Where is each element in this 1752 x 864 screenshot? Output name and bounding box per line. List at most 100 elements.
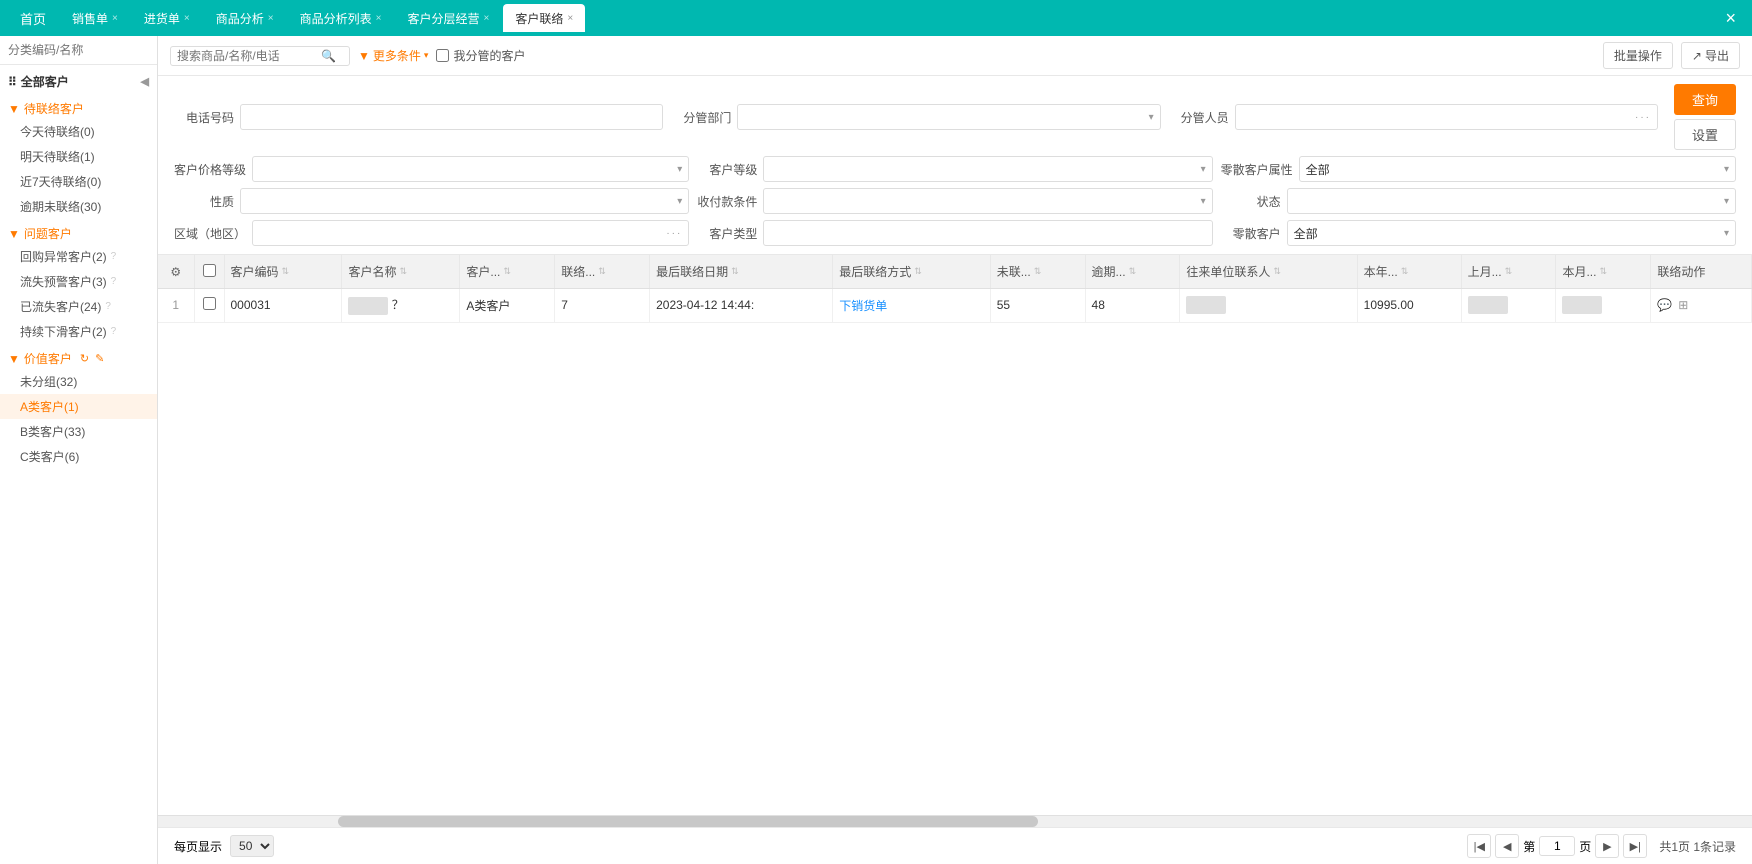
th-ctype[interactable]: 客户...⇅ [460,255,555,289]
close-analysis-list-tab[interactable]: × [376,13,382,24]
status-input[interactable]: ▾ [1287,188,1736,214]
row-checkbox[interactable] [194,289,224,323]
close-purchase-tab[interactable]: × [184,13,190,24]
sidebar-item-churn-warning[interactable]: 流失预警客户(3) ? [0,269,157,294]
query-button[interactable]: 查询 [1674,84,1736,115]
select-all-checkbox[interactable] [203,264,216,277]
sidebar-item-churned[interactable]: 已流失客户(24) ? [0,294,157,319]
th-contact-count[interactable]: 联络...⇅ [555,255,650,289]
th-not-contacted[interactable]: 未联...⇅ [990,255,1085,289]
prev-page-btn[interactable]: ◀ [1495,834,1519,858]
horizontal-scrollbar[interactable] [158,815,1752,827]
sidebar-collapse-btn[interactable]: ◀ [141,75,149,88]
th-name[interactable]: 客户名称⇅ [342,255,460,289]
section-problem[interactable]: ▼ 问题客户 [0,219,157,244]
sidebar-item-today[interactable]: 今天待联络(0) [0,119,157,144]
batch-op-button[interactable]: 批量操作 [1603,42,1673,69]
price-level-input[interactable]: ▾ [252,156,689,182]
grid-icon: ⠿ [8,75,17,89]
grid-action-icon[interactable]: ⊞ [1678,298,1688,312]
sidebar-all-customers[interactable]: ⠿ 全部客户 ◀ [0,65,157,94]
batch-op-label: 批量操作 [1614,47,1662,64]
phone-input[interactable] [240,104,663,130]
filter-search-icon[interactable]: 🔍 [321,49,336,63]
help-icon-churned: ? [105,301,111,312]
close-analysis-tab[interactable]: × [268,13,274,24]
sort-code: ⇅ [282,266,290,277]
close-customer-layer-tab[interactable]: × [483,13,489,24]
field-price-level: 客户价格等级 ▾ [174,156,689,182]
sidebar-item-overdue[interactable]: 逾期未联络(30) [0,194,157,219]
nav-tab-customer-layer[interactable]: 客户分层经营 × [395,4,501,32]
per-page-select[interactable]: 50 [230,835,274,857]
th-last-method[interactable]: 最后联络方式⇅ [833,255,991,289]
sidebar-item-a-class[interactable]: A类客户(1) [0,394,157,419]
my-customers-checkbox[interactable] [436,49,449,62]
retail-attr-input[interactable]: 全部 ▾ [1299,156,1736,182]
scrollbar-thumb[interactable] [338,816,1038,827]
section-pending[interactable]: ▼ 待联络客户 [0,94,157,119]
staff-dots: ··· [1635,112,1651,123]
sidebar-item-7days[interactable]: 近7天待联络(0) [0,169,157,194]
main-layout: 🔍 ⠿ 全部客户 ◀ ▼ 待联络客户 今天待联络(0) 明天待联络(1) 近7天… [0,36,1752,864]
next-page-btn[interactable]: ▶ [1595,834,1619,858]
settings-button[interactable]: 设置 [1674,119,1736,150]
row-select-checkbox[interactable] [203,297,216,310]
nature-input[interactable]: ▾ [240,188,689,214]
last-contact-method-val[interactable]: 下销货单 [833,289,991,323]
edit-icon[interactable]: ✎ [95,352,104,365]
filter-search-input[interactable] [177,49,317,63]
filter-more-btn[interactable]: ▼ 更多条件 ▾ [358,47,428,64]
last-month-val [1461,289,1556,323]
close-all-tabs[interactable]: × [1717,8,1744,29]
pay-condition-input[interactable]: ▾ [763,188,1212,214]
th-code[interactable]: 客户编码⇅ [224,255,342,289]
close-sales-tab[interactable]: × [112,13,118,24]
filter-search-box: 🔍 [170,46,350,66]
sidebar-item-c-class[interactable]: C类客户(6) [0,444,157,469]
customer-level-input[interactable]: ▾ [763,156,1212,182]
close-customer-contact-tab[interactable]: × [567,13,573,24]
th-gear[interactable]: ⚙ [158,255,194,289]
message-action-icon[interactable]: 💬 [1657,298,1672,312]
sort-name: ⇅ [399,266,407,277]
sidebar-search-input[interactable] [8,43,158,57]
chevron-down-icon: ▾ [424,50,429,61]
section-value[interactable]: ▼ 价值客户 ↻ ✎ [0,344,157,369]
sidebar-item-tomorrow[interactable]: 明天待联络(1) [0,144,157,169]
sidebar-item-declining[interactable]: 持续下滑客户(2) ? [0,319,157,344]
sidebar-item-repurchase[interactable]: 回购异常客户(2) ? [0,244,157,269]
customer-name: ？ [342,289,460,323]
region-input[interactable]: ··· [252,220,689,246]
last-page-btn[interactable]: ▶| [1623,834,1647,858]
table-footer: 每页显示 50 |◀ ◀ 第 页 ▶ ▶| 共1页 1条记录 [158,827,1752,864]
refresh-icon[interactable]: ↻ [80,352,89,365]
nature-label: 性质 [174,193,234,210]
dept-input[interactable]: ▾ [737,104,1160,130]
nav-tab-analysis-list[interactable]: 商品分析列表 × [288,4,394,32]
page-number-input[interactable] [1539,836,1575,856]
retail-attr-val: 全部 [1306,161,1330,178]
sidebar-item-ungrouped[interactable]: 未分组(32) [0,369,157,394]
retail-customer-input[interactable]: 全部 ▾ [1287,220,1736,246]
th-last-month[interactable]: 上月...⇅ [1461,255,1556,289]
nav-home[interactable]: 首页 [8,4,58,32]
nav-tab-customer-contact[interactable]: 客户联络 × [503,4,585,32]
th-contact-person[interactable]: 往来单位联系人⇅ [1180,255,1357,289]
first-page-btn[interactable]: |◀ [1467,834,1491,858]
pay-condition-arrow: ▾ [1201,196,1206,207]
export-button[interactable]: ↗ 导出 [1681,42,1740,69]
th-this-month[interactable]: 本月...⇅ [1556,255,1651,289]
th-last-date[interactable]: 最后联络日期⇅ [650,255,833,289]
th-checkbox[interactable] [194,255,224,289]
nav-tab-analysis[interactable]: 商品分析 × [204,4,286,32]
my-customers-filter[interactable]: 我分管的客户 [436,47,525,64]
nav-tab-sales[interactable]: 销售单 × [60,4,130,32]
th-overdue[interactable]: 逾期...⇅ [1085,255,1180,289]
staff-input[interactable]: ··· [1235,104,1658,130]
nav-tab-purchase[interactable]: 进货单 × [132,4,202,32]
sidebar-item-b-class[interactable]: B类客户(33) [0,419,157,444]
th-this-year[interactable]: 本年...⇅ [1357,255,1461,289]
customer-type-input[interactable] [763,220,1212,246]
filter-icon: ▼ [358,49,370,63]
